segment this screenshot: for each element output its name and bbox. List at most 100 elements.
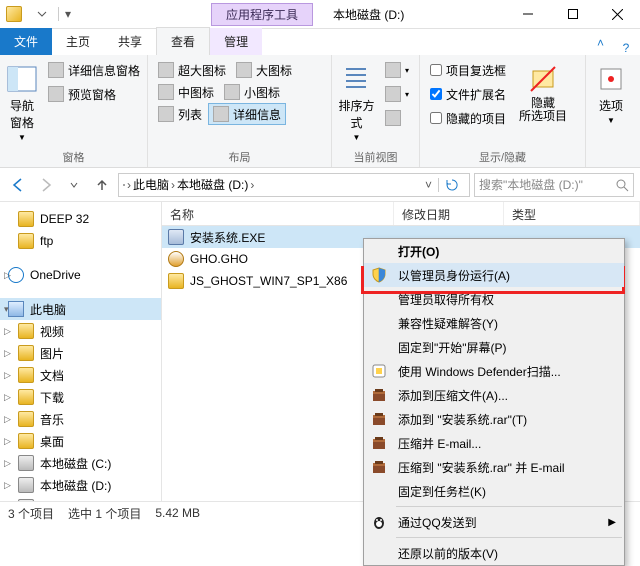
nav-item-pictures[interactable]: ▷图片 [0, 342, 161, 364]
nav-item-thispc[interactable]: ▾此电脑 [0, 298, 161, 320]
group-label-showhide: 显示/隐藏 [420, 149, 585, 167]
view-list[interactable]: 列表 [154, 103, 206, 125]
nav-item-videos[interactable]: ▷视频 [0, 320, 161, 342]
tab-file[interactable]: 文件 [0, 28, 52, 55]
hidden-items-toggle[interactable]: 隐藏的项目 [426, 107, 510, 129]
ctx-restore-versions[interactable]: 还原以前的版本(V) [364, 541, 624, 565]
submenu-arrow-icon: ▶ [608, 517, 616, 528]
col-name[interactable]: 名称 [162, 202, 394, 225]
exe-icon [168, 229, 184, 245]
nav-tree[interactable]: DEEP 32 ftp ▷OneDrive ▾此电脑 ▷视频 ▷图片 ▷文档 ▷… [0, 202, 162, 501]
nav-pane-button[interactable]: 导航窗格 ▼ [6, 59, 38, 142]
crumb-drive[interactable]: 本地磁盘 (D:) [177, 176, 248, 193]
back-button[interactable] [6, 173, 30, 197]
ctx-run-as-admin[interactable]: 以管理员身份运行(A) [364, 263, 624, 287]
collapse-ribbon-button[interactable]: ˄ [589, 31, 612, 55]
forward-button[interactable] [34, 173, 58, 197]
options-button[interactable]: 选项 ▼ [592, 59, 630, 125]
addr-dropdown-icon[interactable]: ˅ [419, 178, 438, 192]
ctx-qq-send[interactable]: 通过QQ发送到▶ [364, 510, 624, 534]
ctx-open[interactable]: 打开(O) [364, 239, 624, 263]
columns-icon [385, 86, 401, 102]
checkbox-icon [430, 112, 442, 124]
help-button[interactable]: ? [612, 41, 640, 55]
view-l-icons[interactable]: 大图标 [232, 59, 296, 81]
ctx-compat-troubleshoot[interactable]: 兼容性疑难解答(Y) [364, 311, 624, 335]
address-bar: › 此电脑 › 本地磁盘 (D:) › ˅ 搜索"本地磁盘 (D:)" [0, 168, 640, 202]
preview-pane-button[interactable]: 预览窗格 [44, 83, 144, 105]
close-button[interactable] [595, 0, 640, 28]
status-size: 5.42 MB [155, 506, 200, 520]
recent-button[interactable] [62, 173, 86, 197]
ctx-pin-taskbar[interactable]: 固定到任务栏(K) [364, 479, 624, 503]
nav-item-documents[interactable]: ▷文档 [0, 364, 161, 386]
up-button[interactable] [90, 173, 114, 197]
col-date[interactable]: 修改日期 [394, 202, 504, 225]
nav-item-drive-c[interactable]: ▷本地磁盘 (C:) [0, 452, 161, 474]
breadcrumb[interactable]: › 此电脑 › 本地磁盘 (D:) › ˅ [118, 173, 470, 197]
ctx-pin-start[interactable]: 固定到"开始"屏幕(P) [364, 335, 624, 359]
tab-manage[interactable]: 管理 [210, 28, 262, 55]
music-icon [18, 411, 34, 427]
size-columns-button[interactable] [381, 107, 413, 129]
ctx-rar-addto[interactable]: 添加到 "安装系统.rar"(T) [364, 407, 624, 431]
context-menu: 打开(O) 以管理员身份运行(A) 管理员取得所有权 兼容性疑难解答(Y) 固定… [363, 238, 625, 566]
title-bar: ▾ 应用程序工具 本地磁盘 (D:) [0, 0, 640, 29]
rar-icon [370, 458, 388, 476]
item-checkboxes-toggle[interactable]: 项目复选框 [426, 59, 510, 81]
tab-share[interactable]: 共享 [104, 28, 156, 55]
nav-item-ftp[interactable]: ftp [0, 230, 161, 252]
ribbon-tabs: 文件 主页 共享 查看 管理 ˄ ? [0, 29, 640, 55]
tab-view[interactable]: 查看 [156, 27, 210, 55]
ctx-rar-email[interactable]: 压缩并 E-mail... [364, 431, 624, 455]
qat-dropdown-icon[interactable] [36, 8, 48, 20]
list-icon [158, 106, 174, 122]
nav-item-onedrive[interactable]: ▷OneDrive [0, 264, 161, 286]
nav-item-downloads[interactable]: ▷下载 [0, 386, 161, 408]
separator [396, 506, 622, 507]
nav-item-drive-d[interactable]: ▷本地磁盘 (D:) [0, 474, 161, 496]
gho-icon [168, 251, 184, 267]
view-details[interactable]: 详细信息 [208, 103, 286, 125]
view-s-icons[interactable]: 小图标 [220, 81, 284, 103]
details-pane-button[interactable]: 详细信息窗格 [44, 59, 144, 81]
view-xl-icons[interactable]: 超大图标 [154, 59, 230, 81]
column-headers[interactable]: 名称 修改日期 类型 [162, 202, 640, 226]
col-type[interactable]: 类型 [504, 202, 640, 225]
nav-item-drive-e[interactable]: ▷本地磁盘 (E:) [0, 496, 161, 501]
ctx-defender-scan[interactable]: 使用 Windows Defender扫描... [364, 359, 624, 383]
tab-home[interactable]: 主页 [52, 28, 104, 55]
view-m-icons[interactable]: 中图标 [154, 81, 218, 103]
nav-pane-icon [6, 63, 38, 95]
nav-item-music[interactable]: ▷音乐 [0, 408, 161, 430]
search-input[interactable]: 搜索"本地磁盘 (D:)" [474, 173, 634, 197]
refresh-button[interactable] [438, 178, 465, 192]
s-icons-icon [224, 84, 240, 100]
sort-button[interactable]: 排序方式 ▼ [338, 59, 375, 142]
xl-icons-icon [158, 62, 174, 78]
maximize-button[interactable] [550, 0, 595, 28]
group-label-view: 当前视图 [332, 149, 419, 167]
drive-icon [18, 455, 34, 471]
rar-icon [370, 434, 388, 452]
ctx-take-ownership[interactable]: 管理员取得所有权 [364, 287, 624, 311]
desktop-icon [18, 433, 34, 449]
file-ext-toggle[interactable]: 文件扩展名 [426, 83, 510, 105]
drive-icon [18, 499, 34, 501]
add-columns-button[interactable]: ▾ [381, 83, 413, 105]
qq-icon [370, 513, 388, 531]
status-selection: 选中 1 个项目 [68, 505, 141, 522]
ctx-rar-emailto[interactable]: 压缩到 "安装系统.rar" 并 E-mail [364, 455, 624, 479]
ctx-rar-add[interactable]: 添加到压缩文件(A)... [364, 383, 624, 407]
quick-access-toolbar: ▾ [0, 6, 71, 22]
group-by-button[interactable]: ▾ [381, 59, 413, 81]
checkbox-icon [430, 64, 442, 76]
minimize-button[interactable] [505, 0, 550, 28]
nav-item-deep32[interactable]: DEEP 32 [0, 208, 161, 230]
defender-icon [370, 362, 388, 380]
nav-item-desktop[interactable]: ▷桌面 [0, 430, 161, 452]
checkbox-icon [430, 88, 442, 100]
crumb-thispc[interactable]: 此电脑 [133, 176, 169, 193]
separator [396, 537, 622, 538]
hide-selected-button[interactable]: 隐藏 所选项目 [516, 59, 570, 123]
